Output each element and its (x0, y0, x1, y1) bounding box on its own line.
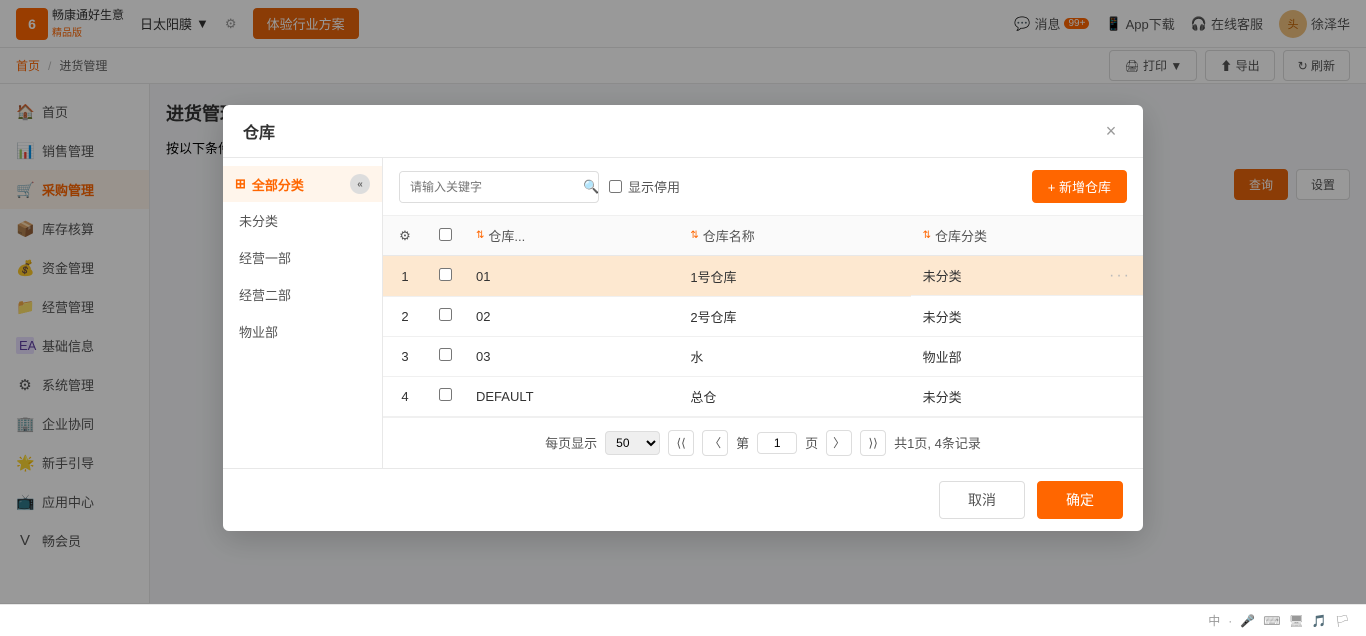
cat-label-3: 物业部 (239, 325, 278, 340)
row-cat-1: 未分类 ··· (911, 256, 1143, 296)
th-name-label: 仓库名称 (703, 226, 755, 245)
th-category-label: 仓库分类 (935, 226, 987, 245)
page-next-btn[interactable]: 〉 (826, 430, 852, 456)
th-id[interactable]: ⇅ 仓库... (464, 216, 678, 256)
pagination: 每页显示 50 100 200 ⟨⟨ 〈 第 页 〉 ⟩⟩ 共1页, 4条记录 (383, 417, 1143, 468)
row-index-2: 2 (383, 296, 427, 336)
row-index-4: 4 (383, 376, 427, 416)
category-item-1[interactable]: 经营一部 (223, 239, 382, 276)
page-suffix: 页 (805, 433, 818, 452)
table-head: ⚙ ⇅ 仓库... (383, 216, 1143, 256)
status-lang[interactable]: 中 (1208, 612, 1220, 629)
status-keyboard-icon[interactable]: ⌨ (1263, 614, 1280, 628)
add-warehouse-button[interactable]: + 新增仓库 (1032, 170, 1127, 203)
per-page-label: 每页显示 (545, 433, 597, 452)
row-checkbox-3[interactable] (439, 348, 452, 361)
modal-close-button[interactable]: × (1099, 119, 1123, 143)
row-name-4: 总仓 (678, 376, 910, 416)
table-row[interactable]: 1 01 1号仓库 未分类 ··· (383, 256, 1143, 297)
page-first-btn[interactable]: ⟨⟨ (668, 430, 694, 456)
sort-icon-name: ⇅ (690, 230, 698, 241)
category-all[interactable]: ⊞ 全部分类 « (223, 166, 382, 202)
show-disabled-label: 显示停用 (628, 177, 680, 196)
row-checkbox-1[interactable] (439, 268, 452, 281)
per-page-select[interactable]: 50 100 200 (605, 431, 660, 455)
disabled-checkbox[interactable] (609, 180, 622, 193)
row-cat-4: 未分类 (911, 376, 1143, 416)
modal-main-content: 🔍 显示停用 + 新增仓库 ⚙ (383, 158, 1143, 468)
row-index-1: 1 (383, 256, 427, 297)
status-monitor-icon[interactable]: 🖥 (1289, 614, 1304, 628)
table-body: 1 01 1号仓库 未分类 ··· 2 (383, 256, 1143, 417)
confirm-button[interactable]: 确定 (1037, 481, 1123, 519)
category-item-2[interactable]: 经营二部 (223, 276, 382, 313)
collapse-button[interactable]: « (350, 174, 370, 194)
page-number-input[interactable] (757, 432, 797, 454)
table: ⚙ ⇅ 仓库... (383, 216, 1143, 417)
status-flag-icon[interactable]: 🏳 (1335, 614, 1350, 628)
modal-footer: 取消 确定 (223, 468, 1143, 531)
search-input[interactable] (400, 172, 575, 202)
th-id-label: 仓库... (488, 226, 525, 245)
row-checkbox-4[interactable] (439, 388, 452, 401)
cat-label-2: 经营二部 (239, 288, 291, 303)
row-cb-1[interactable] (427, 256, 464, 297)
modal-header: 仓库 × (223, 105, 1143, 158)
row-id-2: 02 (464, 296, 678, 336)
row-id-4: DEFAULT (464, 376, 678, 416)
table-row[interactable]: 2 02 2号仓库 未分类 (383, 296, 1143, 336)
modal-overlay: 仓库 × ⊞ 全部分类 « 未分类 经营一部 经营二部 (0, 0, 1366, 636)
cat-label-1: 经营一部 (239, 251, 291, 266)
th-name[interactable]: ⇅ 仓库名称 (678, 216, 910, 256)
th-gear[interactable]: ⚙ (383, 216, 427, 256)
row-cb-3[interactable] (427, 336, 464, 376)
cancel-button[interactable]: 取消 (939, 481, 1025, 519)
th-category[interactable]: ⇅ 仓库分类 (911, 216, 1143, 256)
warehouse-modal: 仓库 × ⊞ 全部分类 « 未分类 经营一部 经营二部 (223, 105, 1143, 531)
category-all-label: 全部分类 (252, 175, 304, 194)
category-item-0[interactable]: 未分类 (223, 202, 382, 239)
row-id-1: 01 (464, 256, 678, 297)
category-item-3[interactable]: 物业部 (223, 313, 382, 350)
modal-title: 仓库 (243, 119, 275, 143)
status-mic-icon[interactable]: 🎤 (1240, 614, 1255, 628)
row-cat-2: 未分类 (911, 296, 1143, 336)
row-name-1: 1号仓库 (678, 256, 910, 297)
row-checkbox-2[interactable] (439, 308, 452, 321)
category-sidebar: ⊞ 全部分类 « 未分类 经营一部 经营二部 物业部 (223, 158, 383, 468)
row-cb-2[interactable] (427, 296, 464, 336)
select-all-checkbox[interactable] (439, 228, 452, 241)
th-checkbox[interactable] (427, 216, 464, 256)
total-label: 共1页, 4条记录 (894, 433, 981, 452)
page-label: 第 (736, 433, 749, 452)
row-name-3: 水 (678, 336, 910, 376)
modal-body: ⊞ 全部分类 « 未分类 经营一部 经营二部 物业部 (223, 158, 1143, 468)
search-box: 🔍 (399, 171, 599, 203)
row-cat-3: 物业部 (911, 336, 1143, 376)
show-disabled-checkbox[interactable]: 显示停用 (609, 177, 680, 196)
cat-label-0: 未分类 (239, 214, 278, 229)
table-row[interactable]: 3 03 水 物业部 (383, 336, 1143, 376)
page-last-btn[interactable]: ⟩⟩ (860, 430, 886, 456)
grid-icon: ⊞ (235, 176, 246, 192)
search-icon[interactable]: 🔍 (575, 179, 599, 195)
page-prev-btn[interactable]: 〈 (702, 430, 728, 456)
status-bar: 中 · 🎤 ⌨ 🖥 🎵 🏳 (0, 604, 1366, 636)
sort-icon-cat: ⇅ (923, 230, 931, 241)
row-cb-4[interactable] (427, 376, 464, 416)
row-id-3: 03 (464, 336, 678, 376)
status-dot: · (1228, 614, 1232, 628)
gear-column-icon: ⚙ (399, 228, 411, 243)
status-music-icon[interactable]: 🎵 (1312, 614, 1327, 628)
table-row[interactable]: 4 DEFAULT 总仓 未分类 (383, 376, 1143, 416)
row-name-2: 2号仓库 (678, 296, 910, 336)
modal-toolbar: 🔍 显示停用 + 新增仓库 (383, 158, 1143, 216)
row-action-1[interactable]: ··· (1109, 267, 1131, 285)
warehouse-table: ⚙ ⇅ 仓库... (383, 216, 1143, 417)
row-index-3: 3 (383, 336, 427, 376)
table-header-row: ⚙ ⇅ 仓库... (383, 216, 1143, 256)
sort-icon: ⇅ (476, 230, 484, 241)
